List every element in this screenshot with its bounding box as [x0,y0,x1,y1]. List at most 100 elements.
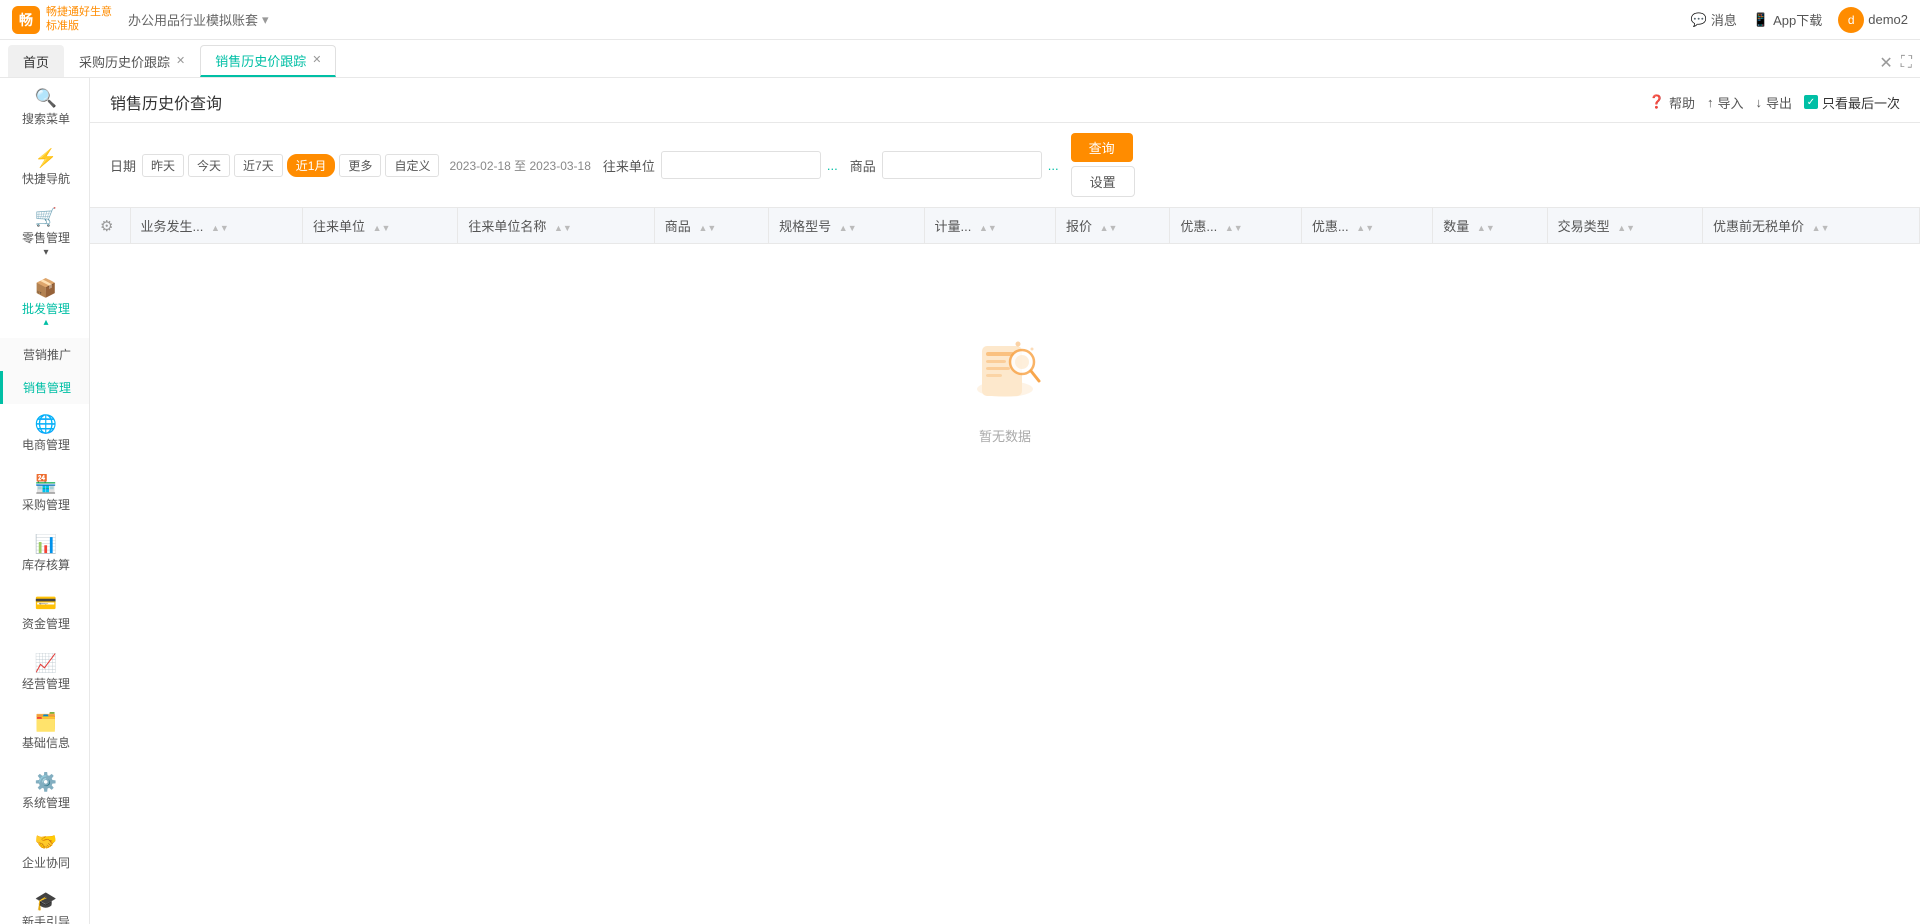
help-btn[interactable]: ❓ 帮助 [1649,93,1695,112]
sidebar-item-inventory[interactable]: 📊 库存核算 [0,524,89,584]
empty-svg-icon [960,324,1050,414]
partner-dots[interactable]: ... [827,158,838,173]
logo-icon: 畅 [12,6,40,34]
logo-text: 畅捷通好生意 标准版 [46,6,112,32]
tab-sales-history[interactable]: 销售历史价跟踪 ✕ [200,45,336,77]
ops-icon: 📈 [35,653,57,674]
col-goods[interactable]: 商品 ▲▼ [654,208,768,244]
sidebar-item-retail[interactable]: 🛒 零售管理 ▾ [0,197,89,268]
partner-input[interactable] [661,151,821,179]
tab-sales-close-icon[interactable]: ✕ [312,55,321,66]
date-filter-group: 日期 昨天 今天 近7天 近1月 更多 自定义 2023-02-18 至 202… [110,154,591,177]
col-pre-tax[interactable]: 优惠前无税单价 ▲▼ [1703,208,1920,244]
only-last-check-icon: ✓ [1804,95,1818,109]
date-btn-today[interactable]: 今天 [188,154,230,177]
date-label: 日期 [110,156,136,175]
sidebar-sales-mgmt-label: 销售管理 [23,381,71,395]
new-guide-icon: 🎓 [35,891,57,912]
sidebar-item-ops[interactable]: 📈 经营管理 [0,643,89,703]
sort-arrows-partner-name: ▲▼ [554,223,572,233]
col-discount2-label: 优惠... [1312,219,1349,234]
sidebar-item-wholesale[interactable]: 📦 批发管理 ▴ [0,268,89,339]
col-partner-name-label: 往来单位名称 [468,219,546,234]
retail-icon: 🛒 [35,207,57,228]
sidebar-marketing-label: 营销推广 [23,348,71,362]
col-trade-type[interactable]: 交易类型 ▲▼ [1547,208,1702,244]
sidebar-base-info-label: 基础信息 [22,736,70,752]
sidebar-item-finance[interactable]: 💳 资金管理 [0,583,89,643]
sidebar-item-base-info[interactable]: 🗂️ 基础信息 [0,702,89,762]
sidebar-item-enterprise[interactable]: 🤝 企业协同 [0,822,89,882]
wholesale-chevron-icon: ▴ [43,317,48,328]
enterprise-icon: 🤝 [35,832,57,853]
page-title: 销售历史价查询 [110,90,222,114]
retail-chevron-icon: ▾ [43,247,48,258]
export-btn[interactable]: ↓ 导出 [1755,93,1792,112]
search-menu-icon: 🔍 [35,88,57,109]
col-unit[interactable]: 计量... ▲▼ [924,208,1055,244]
query-button[interactable]: 查询 [1071,133,1133,162]
sidebar-item-marketing[interactable]: 营销推广 [0,338,89,371]
empty-text: 暂无数据 [979,426,1031,445]
col-discount1-label: 优惠... [1180,219,1217,234]
partner-filter-group: 往来单位 ... [603,151,838,179]
ecommerce-icon: 🌐 [35,414,57,435]
table-settings-gear-icon[interactable]: ⚙ [100,218,113,235]
col-quantity[interactable]: 数量 ▲▼ [1433,208,1547,244]
sort-arrows-pretax: ▲▼ [1812,223,1830,233]
page-header-actions: ❓ 帮助 ↑ 导入 ↓ 导出 ✓ 只看最后一次 [1649,93,1900,112]
wholesale-icon: 📦 [35,278,57,299]
sort-arrows-biz-date: ▲▼ [211,223,229,233]
col-partner-name[interactable]: 往来单位名称 ▲▼ [458,208,654,244]
col-biz-date[interactable]: 业务发生... ▲▼ [130,208,302,244]
sidebar-ecommerce-label: 电商管理 [22,438,70,454]
col-partner-code-label: 往来单位 [313,219,365,234]
page-header: 销售历史价查询 ❓ 帮助 ↑ 导入 ↓ 导出 ✓ 只看最后一次 [90,78,1920,123]
tab-purchase-history[interactable]: 采购历史价跟踪 ✕ [64,45,200,77]
maximize-btn[interactable]: ⛶ [1901,54,1912,72]
goods-label: 商品 [850,156,876,175]
sidebar-quick-nav-label: 快捷导航 [22,172,70,188]
tab-purchase-close-icon[interactable]: ✕ [176,56,185,67]
data-table: ⚙ 业务发生... ▲▼ 往来单位 ▲▼ 往来单位名称 ▲▼ [90,208,1920,244]
message-btn[interactable]: 💬 消息 [1691,10,1737,29]
sort-arrows-unit: ▲▼ [979,223,997,233]
settings-button[interactable]: 设置 [1071,166,1135,197]
goods-input[interactable] [882,151,1042,179]
date-btn-custom[interactable]: 自定义 [385,154,439,177]
col-partner-code[interactable]: 往来单位 ▲▼ [302,208,457,244]
filter-row: 日期 昨天 今天 近7天 近1月 更多 自定义 2023-02-18 至 202… [110,133,1900,197]
goods-dots[interactable]: ... [1048,158,1059,173]
help-icon: ❓ [1649,94,1665,110]
dropdown-chevron-icon[interactable]: ▾ [262,12,269,28]
date-btn-yesterday[interactable]: 昨天 [142,154,184,177]
sidebar-item-search-menu[interactable]: 🔍 搜索菜单 [0,78,89,138]
col-spec[interactable]: 规格型号 ▲▼ [769,208,924,244]
date-btn-more[interactable]: 更多 [339,154,381,177]
sidebar-item-quick-nav[interactable]: ⚡ 快捷导航 [0,138,89,198]
sidebar-item-purchase[interactable]: 🏪 采购管理 [0,464,89,524]
sidebar-item-sys-mgmt[interactable]: ⚙️ 系统管理 [0,762,89,822]
purchase-icon: 🏪 [35,474,57,495]
user-area[interactable]: d demo2 [1838,7,1908,33]
import-icon: ↑ [1707,95,1714,110]
tab-bar: 首页 采购历史价跟踪 ✕ 销售历史价跟踪 ✕ ✕ ⛶ [0,40,1920,78]
col-quoted-price[interactable]: 报价 ▲▼ [1056,208,1170,244]
date-btn-7days[interactable]: 近7天 [234,154,283,177]
app-download-btn[interactable]: 📱 App下载 [1753,10,1822,29]
sidebar-item-sales-mgmt[interactable]: 销售管理 [0,371,89,404]
col-discount1[interactable]: 优惠... ▲▼ [1170,208,1301,244]
tab-home[interactable]: 首页 [8,45,64,77]
only-last-checkbox[interactable]: ✓ 只看最后一次 [1804,93,1900,112]
sort-arrows-trade: ▲▼ [1617,223,1635,233]
sidebar-item-ecommerce[interactable]: 🌐 电商管理 [0,404,89,464]
close-tab-btn[interactable]: ✕ [1879,53,1892,73]
goods-filter-group: 商品 ... [850,151,1059,179]
col-discount2[interactable]: 优惠... ▲▼ [1301,208,1432,244]
tab-bar-actions: ✕ ⛶ [1879,53,1912,77]
col-pre-tax-label: 优惠前无税单价 [1713,219,1804,234]
date-btn-1month[interactable]: 近1月 [287,154,336,177]
top-bar-left: 畅 畅捷通好生意 标准版 办公用品行业模拟账套 ▾ [12,6,269,34]
import-btn[interactable]: ↑ 导入 [1707,93,1744,112]
sidebar-item-new-guide[interactable]: 🎓 新手引导 [0,881,89,924]
